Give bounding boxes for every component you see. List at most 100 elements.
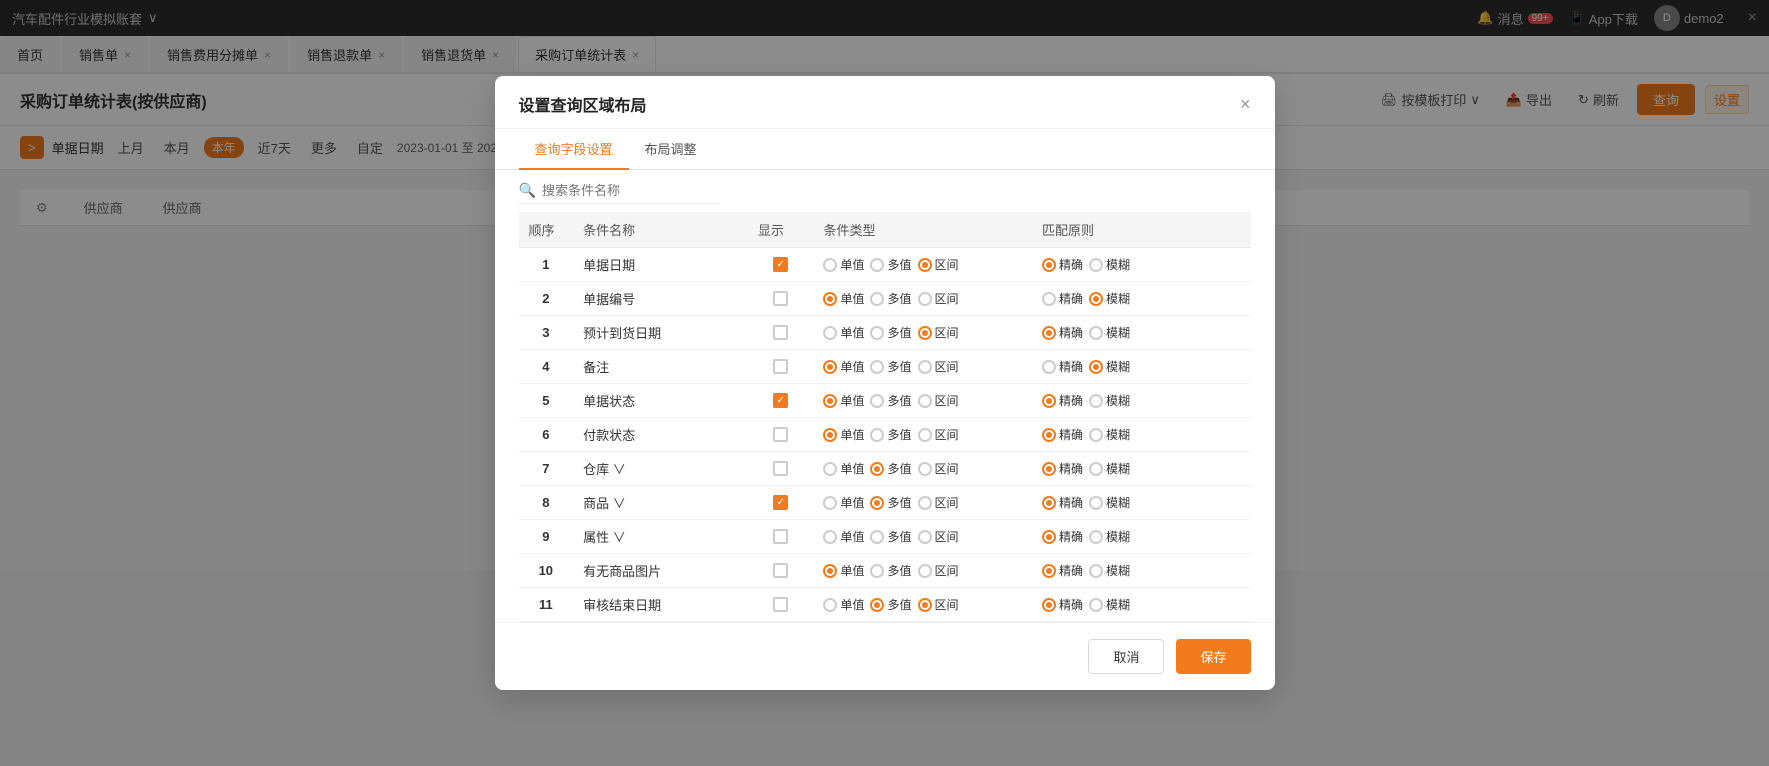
cell-order: 4	[519, 350, 574, 384]
cell-name: 备注	[573, 350, 748, 384]
search-input[interactable]	[542, 183, 702, 198]
radio-match-exact[interactable]: 精确	[1042, 596, 1083, 613]
show-checkbox[interactable]	[773, 461, 788, 476]
radio-type-multi[interactable]: 多值	[870, 392, 911, 409]
radio-type-single[interactable]: 单值	[823, 324, 864, 341]
radio-type-single[interactable]: 单值	[823, 596, 864, 613]
table-row: 2单据编号单值多值区间精确模糊	[519, 282, 1251, 316]
radio-type-multi[interactable]: 多值	[870, 256, 911, 273]
radio-type-range[interactable]: 区间	[918, 426, 959, 443]
modal-tab-layout[interactable]: 布局调整	[629, 129, 713, 170]
radio-match-fuzzy[interactable]: 模糊	[1089, 494, 1130, 511]
radio-type-multi[interactable]: 多值	[870, 426, 911, 443]
radio-match-exact[interactable]: 精确	[1042, 562, 1083, 579]
radio-match-fuzzy[interactable]: 模糊	[1089, 392, 1130, 409]
cell-type: 单值多值区间	[813, 350, 1032, 384]
radio-match-fuzzy[interactable]: 模糊	[1089, 460, 1130, 477]
radio-type-range[interactable]: 区间	[918, 562, 959, 579]
radio-type-multi[interactable]: 多值	[870, 460, 911, 477]
radio-type-range[interactable]: 区间	[918, 460, 959, 477]
cell-order: 2	[519, 282, 574, 316]
radio-match-exact[interactable]: 精确	[1042, 358, 1083, 375]
radio-type-range[interactable]: 区间	[918, 290, 959, 307]
cell-type: 单值多值区间	[813, 316, 1032, 350]
radio-match-exact[interactable]: 精确	[1042, 528, 1083, 545]
radio-type-single[interactable]: 单值	[823, 256, 864, 273]
show-checkbox[interactable]	[773, 597, 788, 612]
table-row: 10有无商品图片单值多值区间精确模糊	[519, 554, 1251, 588]
show-checkbox[interactable]	[773, 325, 788, 340]
cell-match: 精确模糊	[1032, 452, 1251, 486]
cell-order: 8	[519, 486, 574, 520]
cell-match: 精确模糊	[1032, 554, 1251, 588]
radio-type-single[interactable]: 单值	[823, 528, 864, 545]
save-btn[interactable]: 保存	[1176, 639, 1250, 674]
radio-type-range[interactable]: 区间	[918, 324, 959, 341]
radio-type-range[interactable]: 区间	[918, 596, 959, 613]
radio-match-exact[interactable]: 精确	[1042, 256, 1083, 273]
table-row: 8商品 ∨✓单值多值区间精确模糊	[519, 486, 1251, 520]
cell-match: 精确模糊	[1032, 350, 1251, 384]
cell-show: ✓	[748, 248, 814, 282]
show-checkbox[interactable]: ✓	[773, 393, 788, 408]
radio-type-multi[interactable]: 多值	[870, 562, 911, 579]
radio-type-single[interactable]: 单值	[823, 392, 864, 409]
radio-type-multi[interactable]: 多值	[870, 290, 911, 307]
radio-type-multi[interactable]: 多值	[870, 596, 911, 613]
show-checkbox[interactable]	[773, 563, 788, 578]
radio-match-exact[interactable]: 精确	[1042, 324, 1083, 341]
radio-type-single[interactable]: 单值	[823, 460, 864, 477]
cell-order: 3	[519, 316, 574, 350]
show-checkbox[interactable]: ✓	[773, 257, 788, 272]
cancel-btn[interactable]: 取消	[1088, 639, 1164, 674]
radio-match-exact[interactable]: 精确	[1042, 392, 1083, 409]
table-row: 6付款状态单值多值区间精确模糊	[519, 418, 1251, 452]
radio-match-fuzzy[interactable]: 模糊	[1089, 358, 1130, 375]
radio-type-range[interactable]: 区间	[918, 392, 959, 409]
radio-type-single[interactable]: 单值	[823, 494, 864, 511]
modal-search-area: 🔍	[495, 170, 1275, 212]
radio-type-single[interactable]: 单值	[823, 358, 864, 375]
modal-close-btn[interactable]: ×	[1240, 94, 1251, 115]
cell-match: 精确模糊	[1032, 282, 1251, 316]
radio-type-single[interactable]: 单值	[823, 290, 864, 307]
radio-type-range[interactable]: 区间	[918, 494, 959, 511]
radio-type-single[interactable]: 单值	[823, 426, 864, 443]
radio-type-range[interactable]: 区间	[918, 256, 959, 273]
show-checkbox[interactable]	[773, 427, 788, 442]
radio-match-fuzzy[interactable]: 模糊	[1089, 562, 1130, 579]
radio-type-multi[interactable]: 多值	[870, 494, 911, 511]
radio-type-single[interactable]: 单值	[823, 562, 864, 579]
radio-match-exact[interactable]: 精确	[1042, 460, 1083, 477]
radio-type-multi[interactable]: 多值	[870, 528, 911, 545]
cell-type: 单值多值区间	[813, 554, 1032, 588]
radio-match-fuzzy[interactable]: 模糊	[1089, 290, 1130, 307]
cell-order: 1	[519, 248, 574, 282]
cell-name: 付款状态	[573, 418, 748, 452]
th-show: 显示	[748, 212, 814, 248]
radio-match-fuzzy[interactable]: 模糊	[1089, 528, 1130, 545]
radio-match-fuzzy[interactable]: 模糊	[1089, 596, 1130, 613]
radio-match-exact[interactable]: 精确	[1042, 290, 1083, 307]
radio-type-multi[interactable]: 多值	[870, 358, 911, 375]
radio-type-multi[interactable]: 多值	[870, 324, 911, 341]
radio-match-fuzzy[interactable]: 模糊	[1089, 324, 1130, 341]
cell-type: 单值多值区间	[813, 248, 1032, 282]
radio-match-fuzzy[interactable]: 模糊	[1089, 256, 1130, 273]
cell-type: 单值多值区间	[813, 588, 1032, 622]
show-checkbox[interactable]	[773, 529, 788, 544]
cell-order: 7	[519, 452, 574, 486]
radio-match-exact[interactable]: 精确	[1042, 426, 1083, 443]
show-checkbox[interactable]: ✓	[773, 495, 788, 510]
cell-name: 有无商品图片	[573, 554, 748, 588]
radio-match-exact[interactable]: 精确	[1042, 494, 1083, 511]
radio-type-range[interactable]: 区间	[918, 358, 959, 375]
radio-type-range[interactable]: 区间	[918, 528, 959, 545]
radio-match-fuzzy[interactable]: 模糊	[1089, 426, 1130, 443]
show-checkbox[interactable]	[773, 291, 788, 306]
cell-match: 精确模糊	[1032, 248, 1251, 282]
cell-name: 仓库 ∨	[573, 452, 748, 486]
modal-tab-query-fields[interactable]: 查询字段设置	[519, 129, 629, 170]
show-checkbox[interactable]	[773, 359, 788, 374]
cell-type: 单值多值区间	[813, 384, 1032, 418]
